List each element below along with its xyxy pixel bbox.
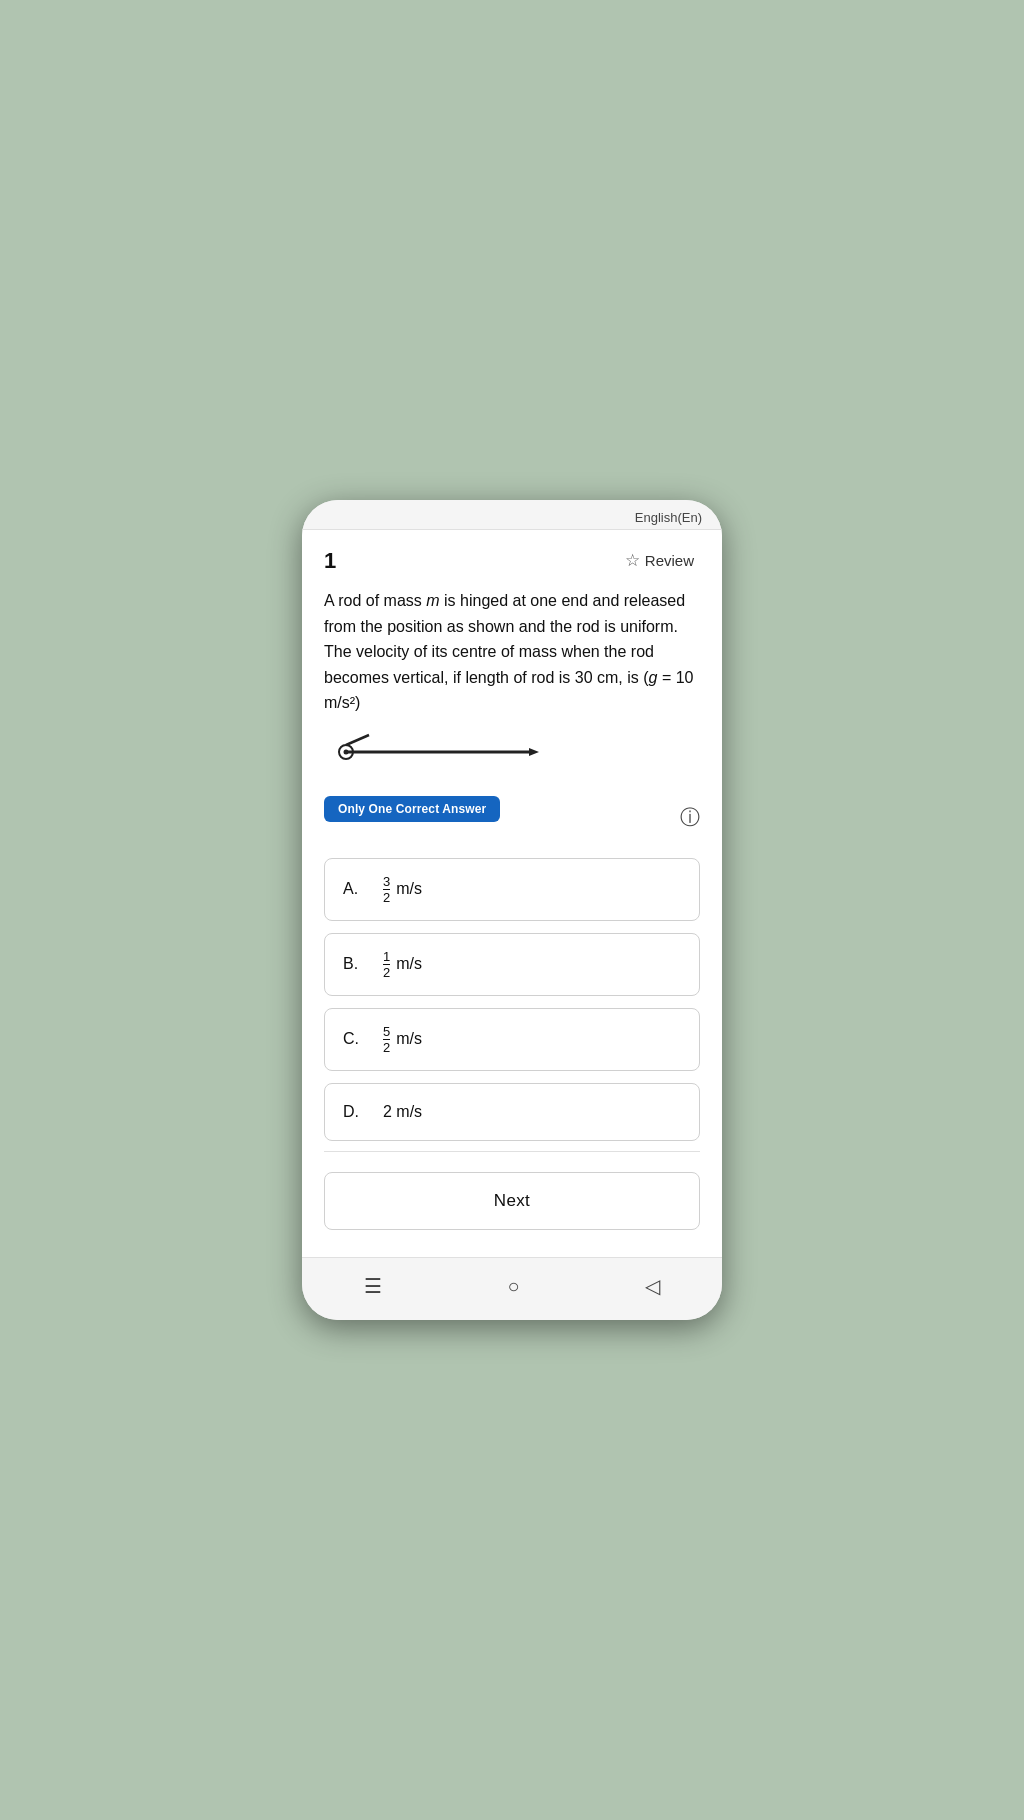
- next-button[interactable]: Next: [324, 1172, 700, 1230]
- nav-bar: ☰ ○ ◁: [302, 1257, 722, 1320]
- option-d[interactable]: D. 2 m/s: [324, 1083, 700, 1141]
- options-list: A. 3 2 m/s B. 1 2 m/s: [324, 858, 700, 1141]
- menu-nav-button[interactable]: ☰: [346, 1268, 400, 1304]
- back-nav-button[interactable]: ◁: [627, 1268, 678, 1304]
- svg-line-2: [346, 735, 369, 745]
- content-area: 1 ☆ Review A rod of mass m is hinged at …: [302, 530, 722, 1257]
- option-c[interactable]: C. 5 2 m/s: [324, 1008, 700, 1071]
- option-d-label: D.: [343, 1103, 367, 1121]
- question-header: 1 ☆ Review: [324, 548, 700, 574]
- top-bar: English(En): [302, 500, 722, 530]
- option-a-label: A.: [343, 880, 367, 898]
- option-b-denominator: 2: [383, 965, 390, 979]
- rod-diagram: [334, 730, 534, 778]
- phone-frame: English(En) 1 ☆ Review A rod of mass m i…: [302, 500, 722, 1320]
- home-nav-button[interactable]: ○: [489, 1269, 537, 1304]
- divider: [324, 1151, 700, 1152]
- option-b[interactable]: B. 1 2 m/s: [324, 933, 700, 996]
- review-button[interactable]: ☆ Review: [619, 548, 700, 573]
- option-b-value: 1 2 m/s: [383, 950, 422, 979]
- option-a-denominator: 2: [383, 890, 390, 904]
- option-a-numerator: 3: [383, 875, 390, 890]
- option-a-fraction: 3 2: [383, 875, 390, 904]
- info-button[interactable]: ⓘ: [680, 804, 700, 831]
- rod-svg: [334, 730, 544, 780]
- option-a[interactable]: A. 3 2 m/s: [324, 858, 700, 921]
- option-d-value: 2 m/s: [383, 1103, 422, 1121]
- menu-icon: ☰: [364, 1275, 382, 1297]
- question-number: 1: [324, 548, 336, 574]
- option-c-numerator: 5: [383, 1025, 390, 1040]
- option-c-label: C.: [343, 1030, 367, 1048]
- language-label: English(En): [635, 510, 702, 525]
- star-icon: ☆: [625, 550, 640, 571]
- option-b-numerator: 1: [383, 950, 390, 965]
- review-label: Review: [645, 552, 694, 569]
- answer-type-badge: Only One Correct Answer: [324, 796, 500, 822]
- back-icon: ◁: [645, 1275, 660, 1297]
- option-b-label: B.: [343, 955, 367, 973]
- option-a-value: 3 2 m/s: [383, 875, 422, 904]
- info-icon: ⓘ: [680, 806, 700, 828]
- home-icon: ○: [507, 1275, 519, 1297]
- option-c-fraction: 5 2: [383, 1025, 390, 1054]
- option-c-value: 5 2 m/s: [383, 1025, 422, 1054]
- option-c-denominator: 2: [383, 1040, 390, 1054]
- question-text: A rod of mass m is hinged at one end and…: [324, 588, 700, 716]
- option-b-fraction: 1 2: [383, 950, 390, 979]
- svg-marker-4: [529, 748, 539, 756]
